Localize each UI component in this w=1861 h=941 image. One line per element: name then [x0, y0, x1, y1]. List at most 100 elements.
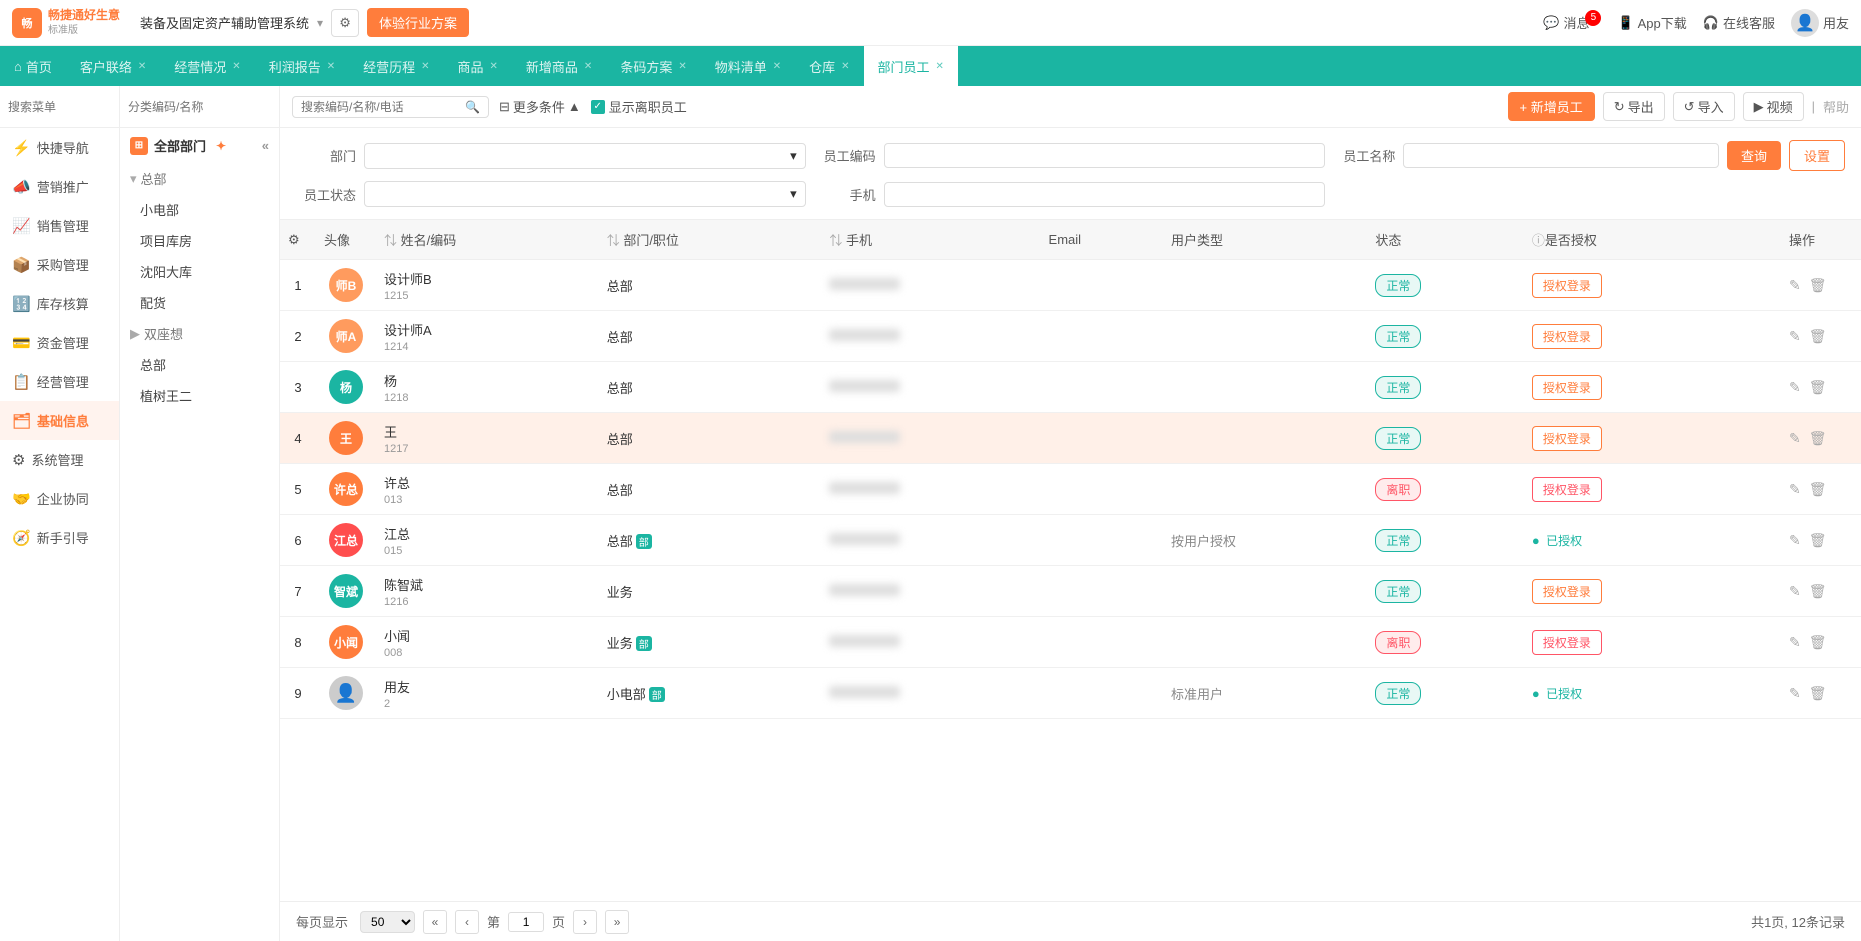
prev-page-button[interactable]: ‹ [455, 910, 479, 934]
sidebar-item-purchase[interactable]: 📦 采购管理 [0, 245, 119, 284]
edit-icon[interactable]: ✎ [1789, 379, 1801, 396]
sidebar-item-marketing[interactable]: 📣 营销推广 [0, 167, 119, 206]
delete-icon[interactable]: 🗑 [1809, 583, 1827, 600]
message-button[interactable]: 💬 消息 5 [1543, 13, 1601, 32]
page-input[interactable] [508, 912, 544, 932]
delete-icon[interactable]: 🗑 [1809, 277, 1827, 294]
close-department-icon[interactable]: ✕ [936, 61, 944, 72]
edit-icon[interactable]: ✎ [1789, 481, 1801, 498]
tree-item-xiangmu[interactable]: 项目库房 [120, 225, 279, 256]
edit-icon[interactable]: ✎ [1789, 532, 1801, 549]
tab-history[interactable]: 经营历程 ✕ [349, 46, 443, 86]
settings-button[interactable]: ⚙ [331, 9, 359, 37]
tab-profit[interactable]: 利润报告 ✕ [255, 46, 349, 86]
close-new-goods-icon[interactable]: ✕ [584, 61, 592, 72]
tab-business[interactable]: 经营情况 ✕ [160, 46, 254, 86]
close-warehouse-icon[interactable]: ✕ [841, 61, 849, 72]
edit-icon[interactable]: ✎ [1789, 583, 1801, 600]
user-area[interactable]: 👤 用友 [1791, 9, 1849, 37]
col-dept[interactable]: ⇅ 部门/职位 [599, 220, 822, 260]
close-bom-icon[interactable]: ✕ [773, 61, 781, 72]
import-button[interactable]: ↺ 导入 [1673, 92, 1735, 121]
tab-new-goods[interactable]: 新增商品 ✕ [512, 46, 606, 86]
first-page-button[interactable]: « [423, 910, 447, 934]
sidebar-item-collab[interactable]: 🤝 企业协同 [0, 479, 119, 518]
tree-search-input[interactable] [128, 100, 280, 114]
close-business-icon[interactable]: ✕ [232, 61, 240, 72]
tab-warehouse[interactable]: 仓库 ✕ [795, 46, 863, 86]
tree-item-peihuo[interactable]: 配货 [120, 287, 279, 318]
sidebar-item-guide[interactable]: 🧭 新手引导 [0, 518, 119, 557]
app-download-button[interactable]: 📱 App下载 [1617, 13, 1686, 32]
show-former-checkbox[interactable]: ✓ [591, 100, 605, 114]
filter-search-box[interactable]: 🔍 [292, 96, 489, 118]
page-size-select[interactable]: 50 20 100 [360, 911, 415, 933]
export-button[interactable]: ↻ 导出 [1603, 92, 1665, 121]
tab-department[interactable]: 部门员工 ✕ [864, 46, 958, 86]
search-button[interactable]: 查询 [1727, 141, 1781, 170]
delete-icon[interactable]: 🗑 [1809, 328, 1827, 345]
auth-button[interactable]: 授权登录 [1532, 579, 1602, 604]
show-former-area[interactable]: ✓ 显示离职员工 [591, 97, 687, 116]
sidebar-item-manage[interactable]: 📋 经营管理 [0, 362, 119, 401]
sidebar-search-input[interactable] [8, 100, 120, 114]
auth-resigned-button[interactable]: 授权登录 [1532, 630, 1602, 655]
last-page-button[interactable]: » [605, 910, 629, 934]
tab-customer[interactable]: 客户联络 ✕ [66, 46, 160, 86]
auth-button[interactable]: 授权登录 [1532, 273, 1602, 298]
col-settings[interactable]: ⚙ [280, 220, 316, 260]
tree-group-root[interactable]: ▾ 总部 [120, 163, 279, 194]
more-filters-button[interactable]: ⊟ 更多条件 ▲ [499, 97, 581, 116]
auth-resigned-button[interactable]: 授权登录 [1532, 477, 1602, 502]
sidebar-item-system[interactable]: ⚙ 系统管理 [0, 440, 119, 479]
tree-group-shuangzuo[interactable]: ▶ 双座想 [120, 318, 279, 349]
edit-icon[interactable]: ✎ [1789, 430, 1801, 447]
tree-collapse-icon[interactable]: « [262, 138, 269, 153]
emp-name-input[interactable] [1403, 143, 1719, 168]
emp-status-select[interactable]: ▾ [364, 181, 806, 207]
emp-code-input[interactable] [884, 143, 1326, 168]
tab-bom[interactable]: 物料清单 ✕ [701, 46, 795, 86]
dept-select[interactable]: ▾ [364, 143, 806, 169]
edit-icon[interactable]: ✎ [1789, 277, 1801, 294]
close-profit-icon[interactable]: ✕ [327, 61, 335, 72]
sidebar-search-area[interactable]: 🔍 [0, 86, 119, 128]
edit-icon[interactable]: ✎ [1789, 685, 1801, 702]
tree-item-zongbu[interactable]: 总部 [120, 349, 279, 380]
delete-icon[interactable]: 🗑 [1809, 685, 1827, 702]
close-goods-icon[interactable]: ✕ [490, 61, 498, 72]
form-settings-button[interactable]: 设置 [1789, 140, 1845, 171]
tree-all-dept[interactable]: ⊞ 全部部门 ✦ « [120, 128, 279, 163]
tree-item-shenyang[interactable]: 沈阳大库 [120, 256, 279, 287]
sidebar-item-quick[interactable]: ⚡ 快捷导航 [0, 128, 119, 167]
next-page-button[interactable]: › [573, 910, 597, 934]
edit-icon[interactable]: ✎ [1789, 328, 1801, 345]
col-name-code[interactable]: ⇅ 姓名/编码 [376, 220, 599, 260]
filter-search-input[interactable] [301, 100, 461, 114]
delete-icon[interactable]: 🗑 [1809, 430, 1827, 447]
sidebar-item-finance[interactable]: 💳 资金管理 [0, 323, 119, 362]
tab-home[interactable]: ⌂ 首页 [0, 46, 66, 86]
tree-item-zhishu[interactable]: 植树王二 [120, 380, 279, 411]
close-customer-icon[interactable]: ✕ [138, 61, 146, 72]
delete-icon[interactable]: 🗑 [1809, 379, 1827, 396]
tab-goods[interactable]: 商品 ✕ [444, 46, 512, 86]
video-button[interactable]: ▶ 视频 [1743, 92, 1804, 121]
auth-button[interactable]: 授权登录 [1532, 324, 1602, 349]
help-label[interactable]: 帮助 [1823, 97, 1849, 116]
online-service-button[interactable]: 🎧 在线客服 [1703, 13, 1775, 32]
delete-icon[interactable]: 🗑 [1809, 532, 1827, 549]
tree-item-xiaodibu[interactable]: 小电部 [120, 194, 279, 225]
delete-icon[interactable]: 🗑 [1809, 634, 1827, 651]
phone-input[interactable] [884, 182, 1326, 207]
close-history-icon[interactable]: ✕ [421, 61, 429, 72]
trial-button[interactable]: 体验行业方案 [367, 8, 469, 37]
tab-barcode[interactable]: 条码方案 ✕ [606, 46, 700, 86]
delete-icon[interactable]: 🗑 [1809, 481, 1827, 498]
sidebar-item-sales[interactable]: 📈 销售管理 [0, 206, 119, 245]
sidebar-item-basic[interactable]: 🗂 基础信息 [0, 401, 119, 440]
auth-button[interactable]: 授权登录 [1532, 426, 1602, 451]
edit-icon[interactable]: ✎ [1789, 634, 1801, 651]
add-employee-button[interactable]: + 新增员工 [1508, 92, 1595, 121]
col-phone[interactable]: ⇅ 手机 [821, 220, 1040, 260]
